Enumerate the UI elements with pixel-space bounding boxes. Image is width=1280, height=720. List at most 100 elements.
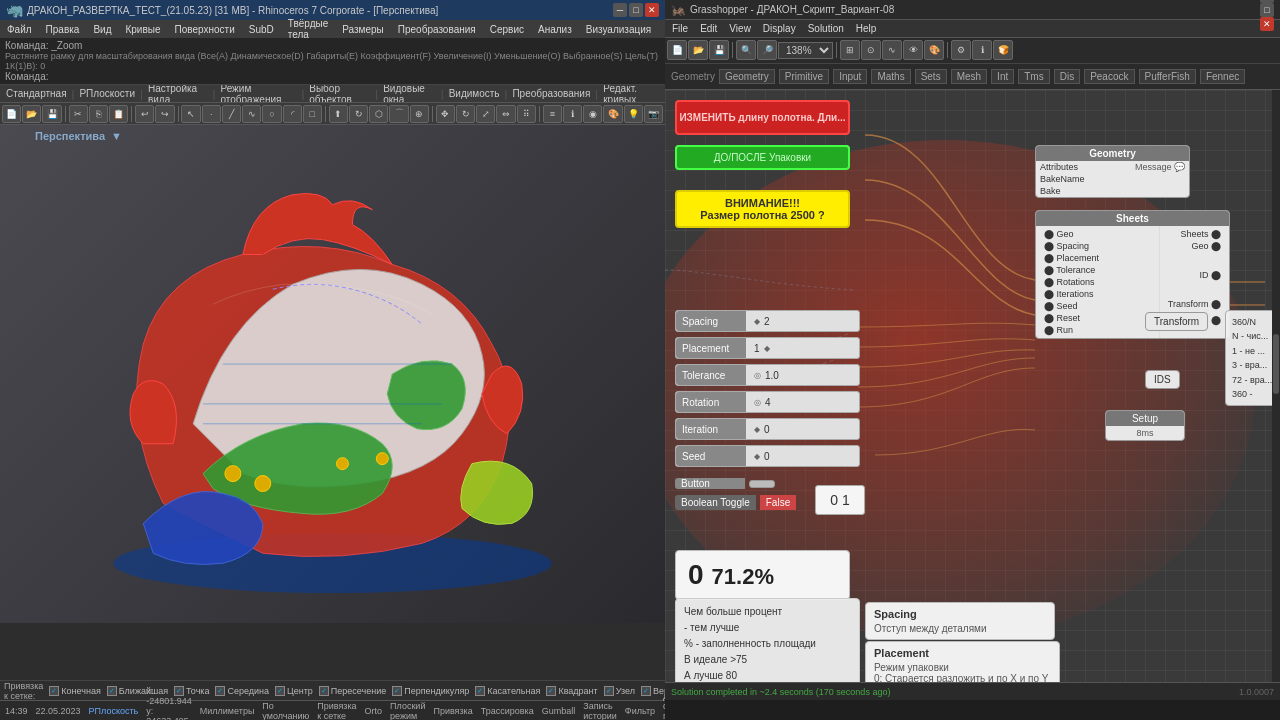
placement-component[interactable]: Placement 1 ◆ — [675, 337, 860, 359]
status-mode[interactable]: По умолчанию — [262, 701, 309, 721]
redo-btn[interactable]: ↪ — [155, 105, 174, 123]
rotate-btn[interactable]: ↻ — [456, 105, 475, 123]
menu-transform[interactable]: Преобразования — [395, 24, 479, 35]
undo-btn[interactable]: ↩ — [135, 105, 154, 123]
line-btn[interactable]: ╱ — [222, 105, 241, 123]
prop-btn[interactable]: ℹ — [563, 105, 582, 123]
gh-menu-edit[interactable]: Edit — [697, 23, 720, 34]
gh-cat-geometry[interactable]: Geometry — [719, 69, 775, 84]
bool-toggle-value[interactable]: False — [760, 495, 796, 510]
tab-curves-edit[interactable]: Редакт. кривых — [599, 85, 663, 103]
gh-scrollbar-thumb[interactable] — [1273, 334, 1279, 394]
osnap-uzel[interactable]: ✓ Узел — [604, 686, 635, 696]
menu-curves[interactable]: Кривые — [122, 24, 163, 35]
gh-cat-primitive[interactable]: Primitive — [779, 69, 829, 84]
gh-menu-file[interactable]: File — [669, 23, 691, 34]
status-history[interactable]: Запись истории — [583, 701, 617, 721]
array-btn[interactable]: ⠿ — [517, 105, 536, 123]
gh-menu-solution[interactable]: Solution — [805, 23, 847, 34]
osnap-seredina[interactable]: ✓ Середина — [215, 686, 269, 696]
osnap-kasatelnaya[interactable]: ✓ Касательная — [475, 686, 540, 696]
menu-dimensions[interactable]: Размеры — [339, 24, 387, 35]
osnap-centr[interactable]: ✓ Центр — [275, 686, 313, 696]
osnap-peresechenie[interactable]: ✓ Пересечение — [319, 686, 386, 696]
status-gumball[interactable]: Gumball — [542, 706, 576, 716]
gh-canvas[interactable]: ИЗМЕНИТЬ длину полотна. Дли... Длина пол… — [665, 90, 1280, 700]
gh-cat-input[interactable]: Input — [833, 69, 867, 84]
geometry-component[interactable]: Geometry Attributes Message 💬 BakeName B… — [1035, 145, 1190, 198]
osnap-kvadrant[interactable]: ✓ Квадрант — [546, 686, 597, 696]
gh-close-button[interactable]: ✕ — [1260, 17, 1274, 31]
revolve-btn[interactable]: ↻ — [349, 105, 368, 123]
boolean-btn[interactable]: ⊕ — [410, 105, 429, 123]
gh-cat-int[interactable]: Int — [991, 69, 1014, 84]
status-filter[interactable]: Фильтр — [625, 706, 655, 716]
light-btn[interactable]: 💡 — [624, 105, 643, 123]
gh-settings-btn[interactable]: ⚙ — [951, 40, 971, 60]
menu-solids[interactable]: Твёрдые тела — [285, 18, 331, 40]
fillet-btn[interactable]: ⌒ — [389, 105, 408, 123]
gh-wire-btn[interactable]: ∿ — [882, 40, 902, 60]
gh-scrollbar[interactable] — [1272, 90, 1280, 700]
spacing-component[interactable]: Spacing ◆ 2 — [675, 310, 860, 332]
close-button[interactable]: ✕ — [645, 3, 659, 17]
rect-btn[interactable]: □ — [303, 105, 322, 123]
save-btn[interactable]: 💾 — [42, 105, 61, 123]
extrude-btn[interactable]: ⬆ — [329, 105, 348, 123]
button-inner[interactable] — [749, 480, 775, 488]
point-btn[interactable]: · — [202, 105, 221, 123]
gh-open-btn[interactable]: 📂 — [688, 40, 708, 60]
menu-file[interactable]: Файл — [4, 24, 35, 35]
select-btn[interactable]: ↖ — [181, 105, 200, 123]
status-tracing[interactable]: Трассировка — [481, 706, 534, 716]
seed-component[interactable]: Seed ◆ 0 — [675, 445, 860, 467]
gh-cat-mesh[interactable]: Mesh — [951, 69, 987, 84]
new-btn[interactable]: 📄 — [2, 105, 21, 123]
status-tracking[interactable]: Привязка — [433, 706, 472, 716]
status-planar[interactable]: Плоский режим — [390, 701, 425, 721]
gh-zoom-in-btn[interactable]: 🔍 — [736, 40, 756, 60]
gh-bake-btn[interactable]: 🍞 — [993, 40, 1013, 60]
gh-info-btn[interactable]: ℹ — [972, 40, 992, 60]
menu-render[interactable]: Визуализация — [583, 24, 654, 35]
tab-selection[interactable]: Выбор объектов — [305, 85, 374, 103]
scale-btn[interactable]: ⤢ — [476, 105, 495, 123]
curve-btn[interactable]: ∿ — [242, 105, 261, 123]
tab-displaymode[interactable]: Режим отображения — [216, 85, 300, 103]
status-snap[interactable]: Привязка к сетке — [317, 701, 356, 721]
tab-standard[interactable]: Стандартная — [2, 88, 71, 99]
open-btn[interactable]: 📂 — [22, 105, 41, 123]
render-btn[interactable]: ◉ — [583, 105, 602, 123]
osnap-perpendikulyar[interactable]: ✓ Перпендикуляр — [392, 686, 469, 696]
iteration-component[interactable]: Iteration ◆ 0 — [675, 418, 860, 440]
bool-toggle-component[interactable]: Boolean Toggle False — [675, 495, 796, 510]
loft-btn[interactable]: ⬡ — [369, 105, 388, 123]
gh-maximize-button[interactable]: □ — [1260, 3, 1274, 17]
menu-tools[interactable]: Сервис — [487, 24, 527, 35]
button-component[interactable]: Button — [675, 478, 775, 489]
gh-new-btn[interactable]: 📄 — [667, 40, 687, 60]
copy-btn[interactable]: ⎘ — [89, 105, 108, 123]
zoom-select[interactable]: 138% 100% 75% 50% — [778, 42, 833, 59]
gh-preview-btn[interactable]: 👁 — [903, 40, 923, 60]
material-btn[interactable]: 🎨 — [603, 105, 622, 123]
gh-color-btn[interactable]: 🎨 — [924, 40, 944, 60]
camera-btn[interactable]: 📷 — [644, 105, 663, 123]
gh-cat-peacock[interactable]: Peacock — [1084, 69, 1134, 84]
tab-viewsettings[interactable]: Настройка вида — [144, 85, 212, 103]
gh-cat-fennec[interactable]: Fennec — [1200, 69, 1245, 84]
tab-rplanes[interactable]: РПлоскости — [75, 88, 139, 99]
tab-viewports[interactable]: Видовые окна — [379, 85, 440, 103]
menu-analysis[interactable]: Анализ — [535, 24, 575, 35]
minimize-button[interactable]: ─ — [613, 3, 627, 17]
gh-grid-btn[interactable]: ⊞ — [840, 40, 860, 60]
maximize-button[interactable]: □ — [629, 3, 643, 17]
menu-surfaces[interactable]: Поверхности — [172, 24, 238, 35]
circle-btn[interactable]: ○ — [262, 105, 281, 123]
mirror-btn[interactable]: ⇔ — [496, 105, 515, 123]
rhino-viewport[interactable]: Перспектива ▼ — [0, 125, 665, 623]
status-plane[interactable]: РПлоскость — [89, 706, 139, 716]
gh-menu-display[interactable]: Display — [760, 23, 799, 34]
gh-menu-help[interactable]: Help — [853, 23, 880, 34]
gh-save-btn[interactable]: 💾 — [709, 40, 729, 60]
